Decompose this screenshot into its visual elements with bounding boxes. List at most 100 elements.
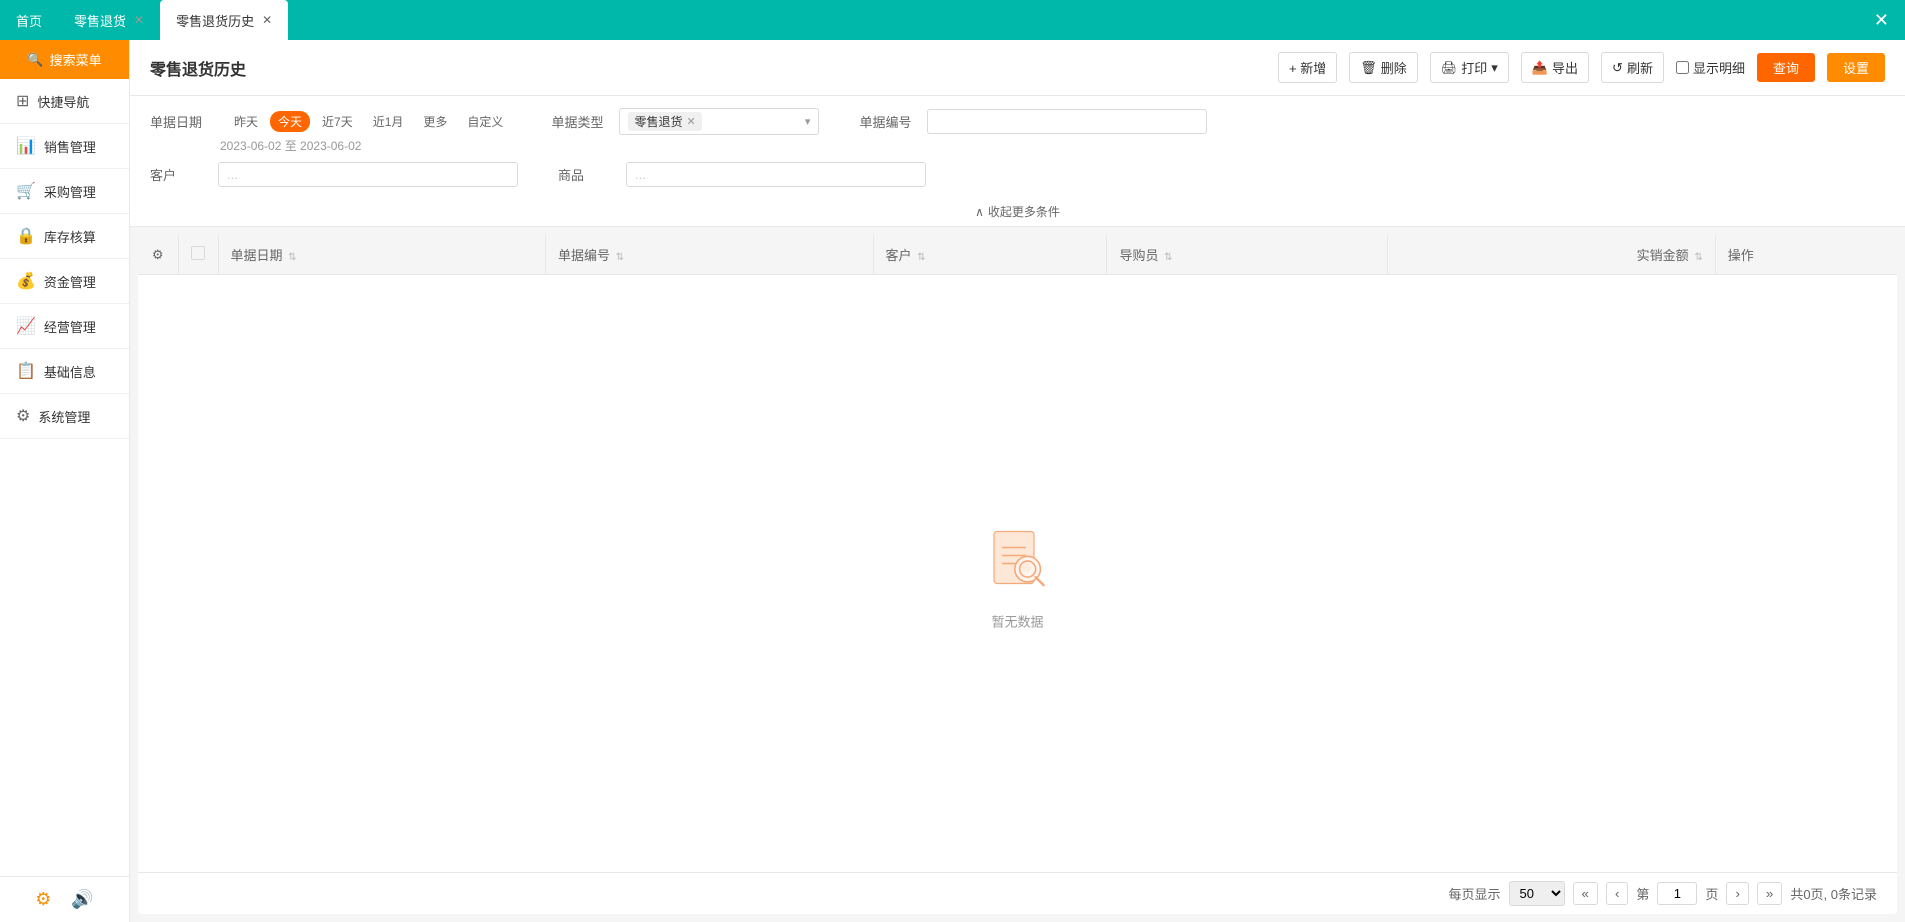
th-operation: 操作	[1715, 235, 1897, 275]
delete-icon: 🗑	[1360, 60, 1377, 76]
first-page-btn[interactable]: «	[1573, 882, 1598, 905]
prev-page-btn[interactable]: ‹	[1606, 882, 1628, 905]
sidebar-item-finance[interactable]: 💰 资金管理	[0, 259, 129, 304]
print-icon: 🖨	[1441, 60, 1458, 76]
empty-state-icon	[978, 519, 1058, 599]
show-detail-checkbox[interactable]	[1676, 61, 1689, 74]
main-content: 零售退货历史 + 新增 🗑 删除 🖨 打印 ▾ 📤 导出 ↺	[130, 40, 1905, 922]
sidebar-item-quick-nav[interactable]: ⊞ 快捷导航	[0, 79, 129, 124]
doc-number-filter: 单据编号	[859, 109, 1207, 134]
th-actual-amount[interactable]: 实销金额 ⇅	[1388, 235, 1716, 275]
page-number-input[interactable]	[1657, 882, 1697, 905]
selected-type-tag: 零售退货 ✕	[628, 112, 701, 131]
sort-customer-icon: ⇅	[917, 252, 925, 263]
th-settings[interactable]: ⚙	[138, 235, 178, 275]
data-table: ⚙ 单据日期 ⇅ 单据编号 ⇅	[138, 235, 1897, 275]
tab-list: 首页 零售退货 ✕ 零售退货历史 ✕	[0, 0, 1874, 40]
date-opt-7days[interactable]: 近7天	[314, 111, 361, 132]
pagination-wrapper: 每页显示 50 10 20 100 « ‹ 第 页 › » 共0页, 0条记录	[138, 872, 1897, 914]
th-doc-date[interactable]: 单据日期 ⇅	[218, 235, 546, 275]
date-options: 昨天 今天 近7天 近1月 更多 自定义	[226, 111, 511, 132]
collapse-button[interactable]: ∧ 收起更多条件	[150, 197, 1885, 226]
refresh-button[interactable]: ↺ 刷新	[1601, 52, 1664, 83]
date-opt-more[interactable]: 更多	[415, 111, 455, 132]
print-button[interactable]: 🖨 打印 ▾	[1430, 52, 1509, 83]
inventory-icon: 🔒	[16, 226, 36, 246]
goods-filter: 商品	[558, 162, 926, 187]
tab-home[interactable]: 首页	[0, 0, 58, 40]
empty-state: 暂无数据	[978, 519, 1058, 630]
date-opt-1month[interactable]: 近1月	[365, 111, 412, 132]
goods-input[interactable]	[626, 162, 926, 187]
sidebar: 🔍 搜索菜单 ⊞ 快捷导航 📊 销售管理 🛒 采购管理 🔒 库存核算 💰 资金管…	[0, 40, 130, 922]
collapse-icon: ∧	[975, 205, 984, 219]
audio-icon[interactable]: 🔊	[71, 889, 93, 910]
settings-icon: ⚙	[152, 247, 164, 262]
refresh-icon: ↺	[1612, 60, 1623, 76]
window-close-button[interactable]: ✕	[1874, 10, 1905, 31]
page-label: 第	[1636, 884, 1649, 903]
quick-nav-icon: ⊞	[16, 91, 29, 111]
filter-area: 单据日期 昨天 今天 近7天 近1月 更多 自定义 单据类型	[130, 96, 1905, 227]
search-icon: 🔍	[27, 52, 43, 68]
next-page-btn[interactable]: ›	[1726, 882, 1748, 905]
th-guide[interactable]: 导购员 ⇅	[1107, 235, 1388, 275]
print-dropdown-icon: ▾	[1491, 60, 1498, 76]
tab-retail-return[interactable]: 零售退货 ✕	[58, 0, 160, 40]
new-button[interactable]: + 新增	[1278, 52, 1337, 83]
filter-row-1: 单据日期 昨天 今天 近7天 近1月 更多 自定义 单据类型	[150, 108, 1885, 135]
last-page-btn[interactable]: »	[1757, 882, 1782, 905]
date-opt-yesterday[interactable]: 昨天	[226, 111, 266, 132]
per-page-select[interactable]: 50 10 20 100	[1509, 881, 1565, 906]
sales-icon: 📊	[16, 136, 36, 156]
tab-retail-return-close[interactable]: ✕	[134, 13, 144, 27]
per-page-label: 每页显示	[1449, 884, 1501, 903]
goods-label: 商品	[558, 165, 618, 184]
total-text: 共0页, 0条记录	[1790, 884, 1877, 903]
delete-button[interactable]: 🗑 删除	[1349, 52, 1418, 83]
sidebar-bottom: ⚙ 🔊	[0, 876, 129, 922]
select-all-checkbox[interactable]	[191, 246, 205, 260]
show-detail-checkbox-label[interactable]: 显示明细	[1676, 58, 1745, 77]
operations-icon: 📈	[16, 316, 36, 336]
sidebar-item-inventory[interactable]: 🔒 库存核算	[0, 214, 129, 259]
doc-number-input[interactable]	[927, 109, 1207, 134]
export-button[interactable]: 📤 导出	[1521, 52, 1589, 83]
purchase-icon: 🛒	[16, 181, 36, 201]
th-doc-no[interactable]: 单据编号 ⇅	[546, 235, 874, 275]
top-bar: 首页 零售退货 ✕ 零售退货历史 ✕ ✕	[0, 0, 1905, 40]
tab-retail-return-history[interactable]: 零售退货历史 ✕	[160, 0, 288, 40]
sidebar-item-sales-mgmt[interactable]: 📊 销售管理	[0, 124, 129, 169]
page-header: 零售退货历史 + 新增 🗑 删除 🖨 打印 ▾ 📤 导出 ↺	[130, 40, 1905, 96]
empty-text: 暂无数据	[991, 611, 1043, 630]
customer-input[interactable]	[218, 162, 518, 187]
sidebar-item-operations[interactable]: 📈 经营管理	[0, 304, 129, 349]
header-actions: + 新增 🗑 删除 🖨 打印 ▾ 📤 导出 ↺ 刷新	[1278, 52, 1885, 83]
sidebar-item-purchase-mgmt[interactable]: 🛒 采购管理	[0, 169, 129, 214]
filter-row-2: 客户 商品	[150, 162, 1885, 187]
query-button[interactable]: 查询	[1757, 53, 1815, 82]
sidebar-search[interactable]: 🔍 搜索菜单	[0, 40, 129, 79]
page-suffix: 页	[1705, 884, 1718, 903]
table-header-row: ⚙ 单据日期 ⇅ 单据编号 ⇅	[138, 235, 1897, 275]
type-tag-close[interactable]: ✕	[686, 115, 695, 128]
sidebar-item-basic-info[interactable]: 📋 基础信息	[0, 349, 129, 394]
finance-icon: 💰	[16, 271, 36, 291]
date-opt-today[interactable]: 今天	[270, 111, 310, 132]
sort-amount-icon: ⇅	[1694, 252, 1702, 263]
th-customer[interactable]: 客户 ⇅	[873, 235, 1107, 275]
set-button[interactable]: 设置	[1827, 53, 1885, 82]
type-label: 单据类型	[551, 112, 611, 131]
sidebar-item-system-mgmt[interactable]: ⚙ 系统管理	[0, 394, 129, 439]
th-checkbox[interactable]	[178, 235, 218, 275]
date-opt-custom[interactable]: 自定义	[459, 111, 511, 132]
date-label: 单据日期	[150, 112, 210, 131]
sort-doc-date-icon: ⇅	[288, 252, 296, 263]
main-layout: 🔍 搜索菜单 ⊞ 快捷导航 📊 销售管理 🛒 采购管理 🔒 库存核算 💰 资金管…	[0, 40, 1905, 922]
type-select[interactable]: 零售退货 ✕ ▾	[619, 108, 819, 135]
tab-retail-return-history-close[interactable]: ✕	[262, 13, 272, 27]
type-select-arrow: ▾	[805, 115, 811, 128]
type-filter: 单据类型 零售退货 ✕ ▾	[551, 108, 819, 135]
settings-bottom-icon[interactable]: ⚙	[35, 889, 51, 910]
sort-doc-no-icon: ⇅	[616, 252, 624, 263]
